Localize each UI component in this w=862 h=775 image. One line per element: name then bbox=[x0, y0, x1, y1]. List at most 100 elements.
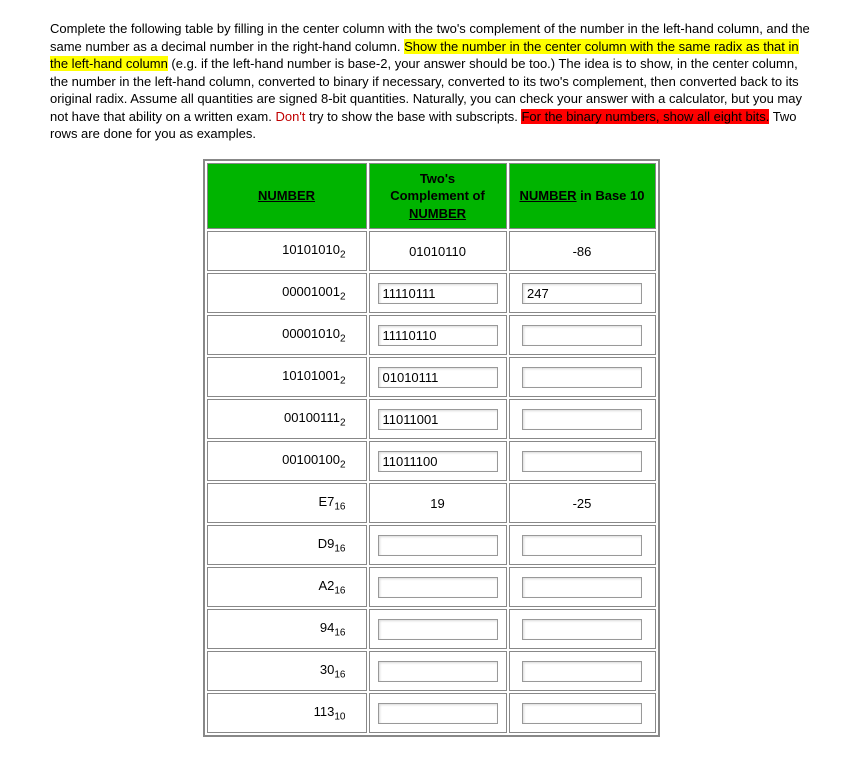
radix-subscript: 2 bbox=[340, 460, 346, 471]
number-value: E7 bbox=[318, 494, 334, 509]
number-cell: 001001112 bbox=[207, 399, 367, 439]
radix-subscript: 16 bbox=[334, 544, 345, 555]
decimal-input[interactable] bbox=[522, 619, 642, 640]
number-value: 10101001 bbox=[282, 368, 340, 383]
number-value: 113 bbox=[314, 704, 335, 719]
complement-input[interactable] bbox=[378, 535, 498, 556]
radix-subscript: 2 bbox=[340, 334, 346, 345]
complement-input[interactable] bbox=[378, 577, 498, 598]
complement-input[interactable] bbox=[378, 451, 498, 472]
number-value: 94 bbox=[320, 620, 334, 635]
number-cell: 101010012 bbox=[207, 357, 367, 397]
radix-subscript: 16 bbox=[334, 502, 345, 513]
radix-subscript: 2 bbox=[340, 292, 346, 303]
table-row: 101010012 bbox=[207, 357, 656, 397]
decimal-value: -25 bbox=[573, 496, 592, 511]
complement-cell bbox=[369, 567, 507, 607]
complement-input[interactable] bbox=[378, 367, 498, 388]
table-row: E716 19 -25 bbox=[207, 483, 656, 523]
decimal-input[interactable] bbox=[522, 661, 642, 682]
table-row: A216 bbox=[207, 567, 656, 607]
decimal-cell bbox=[509, 273, 656, 313]
radix-subscript: 16 bbox=[334, 670, 345, 681]
complement-input[interactable] bbox=[378, 619, 498, 640]
table-row: 000010012 bbox=[207, 273, 656, 313]
number-cell: 000010102 bbox=[207, 315, 367, 355]
instr-highlight-red: For the binary numbers, show all eight b… bbox=[521, 109, 769, 124]
complement-input[interactable] bbox=[378, 703, 498, 724]
radix-subscript: 10 bbox=[334, 712, 345, 723]
complement-cell bbox=[369, 651, 507, 691]
decimal-input[interactable] bbox=[522, 409, 642, 430]
header-number: NUMBER bbox=[207, 163, 367, 230]
table-row: 3016 bbox=[207, 651, 656, 691]
radix-subscript: 16 bbox=[334, 628, 345, 639]
decimal-cell: -25 bbox=[509, 483, 656, 523]
decimal-input[interactable] bbox=[522, 535, 642, 556]
complement-cell bbox=[369, 525, 507, 565]
complement-value: 01010110 bbox=[409, 244, 466, 259]
decimal-cell bbox=[509, 567, 656, 607]
decimal-input[interactable] bbox=[522, 577, 642, 598]
complement-input[interactable] bbox=[378, 409, 498, 430]
number-cell: 3016 bbox=[207, 651, 367, 691]
table-row: D916 bbox=[207, 525, 656, 565]
decimal-cell bbox=[509, 693, 656, 733]
complement-cell bbox=[369, 609, 507, 649]
number-cell: E716 bbox=[207, 483, 367, 523]
radix-subscript: 16 bbox=[334, 586, 345, 597]
complement-value: 19 bbox=[430, 496, 444, 511]
decimal-cell bbox=[509, 399, 656, 439]
decimal-cell bbox=[509, 357, 656, 397]
number-value: A2 bbox=[318, 578, 334, 593]
number-cell: 11310 bbox=[207, 693, 367, 733]
complement-cell: 19 bbox=[369, 483, 507, 523]
complement-cell bbox=[369, 693, 507, 733]
complement-table: NUMBER Two's Complement of NUMBER NUMBER… bbox=[203, 159, 660, 738]
instructions: Complete the following table by filling … bbox=[50, 20, 812, 143]
table-row: 101010102 01010110 -86 bbox=[207, 231, 656, 271]
instr-dont: Don't bbox=[275, 109, 305, 124]
number-value: 00100100 bbox=[282, 452, 340, 467]
radix-subscript: 2 bbox=[340, 418, 346, 429]
decimal-input[interactable] bbox=[522, 703, 642, 724]
complement-cell bbox=[369, 315, 507, 355]
complement-input[interactable] bbox=[378, 661, 498, 682]
complement-cell bbox=[369, 399, 507, 439]
number-cell: 101010102 bbox=[207, 231, 367, 271]
decimal-cell: -86 bbox=[509, 231, 656, 271]
number-value: 00001010 bbox=[282, 326, 340, 341]
number-value: 10101010 bbox=[282, 242, 340, 257]
decimal-cell bbox=[509, 609, 656, 649]
table-row: 001001002 bbox=[207, 441, 656, 481]
decimal-input[interactable] bbox=[522, 367, 642, 388]
complement-input[interactable] bbox=[378, 283, 498, 304]
header-complement: Two's Complement of NUMBER bbox=[369, 163, 507, 230]
complement-cell bbox=[369, 357, 507, 397]
decimal-input[interactable] bbox=[522, 451, 642, 472]
header-base10: NUMBER in Base 10 bbox=[509, 163, 656, 230]
complement-cell: 01010110 bbox=[369, 231, 507, 271]
radix-subscript: 2 bbox=[340, 376, 346, 387]
table-row: 9416 bbox=[207, 609, 656, 649]
number-value: 30 bbox=[320, 662, 334, 677]
number-cell: 000010012 bbox=[207, 273, 367, 313]
radix-subscript: 2 bbox=[340, 250, 346, 261]
complement-cell bbox=[369, 273, 507, 313]
complement-input[interactable] bbox=[378, 325, 498, 346]
number-cell: 9416 bbox=[207, 609, 367, 649]
decimal-input[interactable] bbox=[522, 325, 642, 346]
table-row: 000010102 bbox=[207, 315, 656, 355]
number-value: D9 bbox=[318, 536, 335, 551]
decimal-input[interactable] bbox=[522, 283, 642, 304]
decimal-cell bbox=[509, 315, 656, 355]
number-value: 00001001 bbox=[282, 284, 340, 299]
instr-text-e: try to show the base with subscripts. bbox=[305, 109, 521, 124]
complement-cell bbox=[369, 441, 507, 481]
table-row: 11310 bbox=[207, 693, 656, 733]
number-cell: D916 bbox=[207, 525, 367, 565]
number-cell: 001001002 bbox=[207, 441, 367, 481]
number-cell: A216 bbox=[207, 567, 367, 607]
decimal-cell bbox=[509, 651, 656, 691]
decimal-cell bbox=[509, 441, 656, 481]
